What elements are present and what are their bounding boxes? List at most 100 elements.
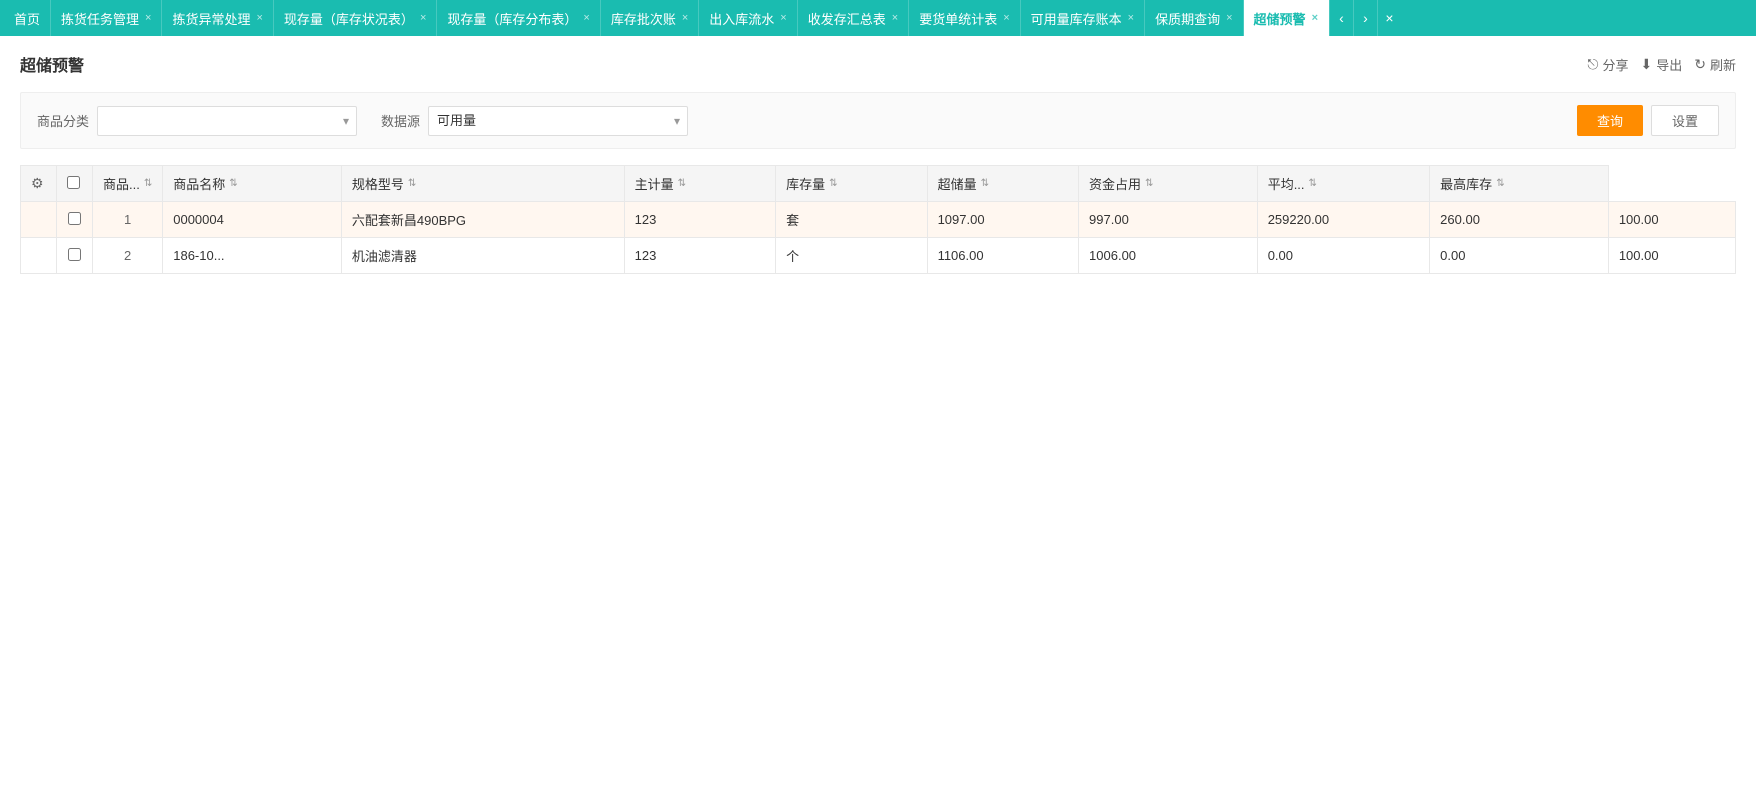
- row-sku-code: 0000004: [163, 202, 342, 238]
- datasource-select[interactable]: 可用量 库存量: [428, 106, 688, 136]
- row-checkbox-cell: [57, 202, 93, 238]
- nav-tab-stock-status[interactable]: 现存量（库存状况表） ×: [274, 0, 437, 36]
- close-icon[interactable]: ×: [780, 12, 786, 24]
- page-title: 超储预警: [20, 52, 84, 76]
- category-label: 商品分类: [37, 111, 89, 130]
- close-icon[interactable]: ×: [145, 12, 151, 24]
- nav-tab-expiry[interactable]: 保质期查询 ×: [1145, 0, 1243, 36]
- sort-avg[interactable]: 平均... ⇅: [1268, 174, 1317, 193]
- table-header-row: ⚙ 商品... ⇅ 商品名称 ⇅: [21, 166, 1736, 202]
- close-icon[interactable]: ×: [1226, 12, 1232, 24]
- close-icon[interactable]: ×: [892, 12, 898, 24]
- sort-icon: ⇅: [1496, 178, 1504, 189]
- sort-icon: ⇅: [678, 178, 686, 189]
- data-table: ⚙ 商品... ⇅ 商品名称 ⇅: [20, 165, 1736, 274]
- nav-tab-flow[interactable]: 出入库流水 ×: [699, 0, 797, 36]
- th-avg: 平均... ⇅: [1257, 166, 1429, 202]
- th-stock-qty: 库存量 ⇅: [776, 166, 927, 202]
- sort-unit[interactable]: 主计量 ⇅: [635, 174, 686, 193]
- row-number: 1: [93, 202, 163, 238]
- nav-arrow-left[interactable]: ‹: [1329, 0, 1353, 36]
- row-over-qty: 997.00: [1079, 202, 1258, 238]
- row-number: 2: [93, 238, 163, 274]
- sort-stock-qty[interactable]: 库存量 ⇅: [786, 174, 837, 193]
- nav-arrow-right[interactable]: ›: [1353, 0, 1377, 36]
- row-capital: 259220.00: [1257, 202, 1429, 238]
- settings-gear-icon[interactable]: ⚙: [31, 175, 44, 191]
- share-icon: ⎋: [1587, 56, 1598, 73]
- nav-tab-available[interactable]: 可用量库存账本 ×: [1021, 0, 1145, 36]
- table-row: 10000004六配套新昌490BPG123套1097.00997.002592…: [21, 202, 1736, 238]
- th-capital: 资金占用 ⇅: [1079, 166, 1258, 202]
- nav-tab-abnormal[interactable]: 拣货异常处理 ×: [162, 0, 273, 36]
- th-settings: ⚙: [21, 166, 57, 202]
- close-icon[interactable]: ×: [1312, 12, 1318, 24]
- th-sku-name: 商品名称 ⇅: [163, 166, 342, 202]
- close-icon[interactable]: ×: [1003, 12, 1009, 24]
- close-icon[interactable]: ×: [256, 12, 262, 24]
- nav-tab-task[interactable]: 拣货任务管理 ×: [51, 0, 162, 36]
- sort-sku-name[interactable]: 商品名称 ⇅: [173, 174, 237, 193]
- sort-icon: ⇅: [408, 178, 416, 189]
- datasource-filter: 数据源 可用量 库存量 ▾: [381, 106, 688, 136]
- category-select[interactable]: [97, 106, 357, 136]
- row-avg: 0.00: [1430, 238, 1609, 274]
- datasource-label: 数据源: [381, 111, 420, 130]
- select-all-checkbox[interactable]: [67, 176, 80, 189]
- sort-over-qty[interactable]: 超储量 ⇅: [938, 174, 989, 193]
- row-gear-cell: [21, 238, 57, 274]
- sort-sku-code[interactable]: 商品... ⇅: [103, 174, 152, 193]
- category-filter: 商品分类 ▾: [37, 106, 357, 136]
- th-unit: 主计量 ⇅: [624, 166, 775, 202]
- row-unit: 个: [776, 238, 927, 274]
- row-sku-name: 机油滤清器: [341, 238, 624, 274]
- close-icon[interactable]: ×: [583, 12, 589, 24]
- th-checkbox: [57, 166, 93, 202]
- page-content: 超储预警 ⎋ 分享 ⬇ 导出 ↻ 刷新 商品分类 ▾: [0, 36, 1756, 800]
- filter-buttons: 查询 设置: [1577, 105, 1719, 136]
- row-checkbox-cell: [57, 238, 93, 274]
- settings-button[interactable]: 设置: [1651, 105, 1719, 136]
- row-avg: 260.00: [1430, 202, 1609, 238]
- query-button[interactable]: 查询: [1577, 105, 1643, 136]
- top-nav: 首页 拣货任务管理 × 拣货异常处理 × 现存量（库存状况表） × 现存量（库存…: [0, 0, 1756, 36]
- share-button[interactable]: ⎋ 分享: [1587, 55, 1628, 74]
- row-checkbox[interactable]: [68, 212, 81, 225]
- sort-icon: ⇅: [1145, 178, 1153, 189]
- refresh-button[interactable]: ↻ 刷新: [1694, 55, 1736, 74]
- nav-tab-batch[interactable]: 库存批次账 ×: [601, 0, 699, 36]
- nav-tab-order-stat[interactable]: 要货单统计表 ×: [909, 0, 1020, 36]
- row-capital: 0.00: [1257, 238, 1429, 274]
- sort-max-stock[interactable]: 最高库存 ⇅: [1440, 174, 1504, 193]
- sort-icon: ⇅: [829, 178, 837, 189]
- sort-spec[interactable]: 规格型号 ⇅: [352, 174, 416, 193]
- nav-tab-summary[interactable]: 收发存汇总表 ×: [798, 0, 909, 36]
- row-checkbox[interactable]: [68, 248, 81, 261]
- row-sku-name: 六配套新昌490BPG: [341, 202, 624, 238]
- row-max-stock: 100.00: [1608, 202, 1735, 238]
- export-icon: ⬇: [1641, 56, 1653, 73]
- close-icon[interactable]: ×: [682, 12, 688, 24]
- export-button[interactable]: ⬇ 导出: [1641, 55, 1683, 74]
- sort-icon: ⇅: [229, 178, 237, 189]
- row-sku-code: 186-10...: [163, 238, 342, 274]
- nav-tab-stock-dist[interactable]: 现存量（库存分布表） ×: [437, 0, 600, 36]
- th-over-qty: 超储量 ⇅: [927, 166, 1078, 202]
- datasource-select-wrapper: 可用量 库存量 ▾: [428, 106, 688, 136]
- table-row: 2186-10...机油滤清器123个1106.001006.000.000.0…: [21, 238, 1736, 274]
- th-spec: 规格型号 ⇅: [341, 166, 624, 202]
- nav-arrow-more[interactable]: ×: [1377, 0, 1401, 36]
- row-spec: 123: [624, 202, 775, 238]
- sort-capital[interactable]: 资金占用 ⇅: [1089, 174, 1153, 193]
- filter-bar: 商品分类 ▾ 数据源 可用量 库存量 ▾ 查询 设置: [20, 92, 1736, 149]
- header-actions: ⎋ 分享 ⬇ 导出 ↻ 刷新: [1587, 55, 1736, 74]
- nav-tab-overstock[interactable]: 超储预警 ×: [1244, 0, 1329, 36]
- nav-tab-home[interactable]: 首页: [4, 0, 51, 36]
- row-stock-qty: 1106.00: [927, 238, 1078, 274]
- row-gear-cell: [21, 202, 57, 238]
- sort-icon: ⇅: [144, 178, 152, 189]
- close-icon[interactable]: ×: [1128, 12, 1134, 24]
- row-stock-qty: 1097.00: [927, 202, 1078, 238]
- close-icon[interactable]: ×: [420, 12, 426, 24]
- page-header: 超储预警 ⎋ 分享 ⬇ 导出 ↻ 刷新: [20, 52, 1736, 76]
